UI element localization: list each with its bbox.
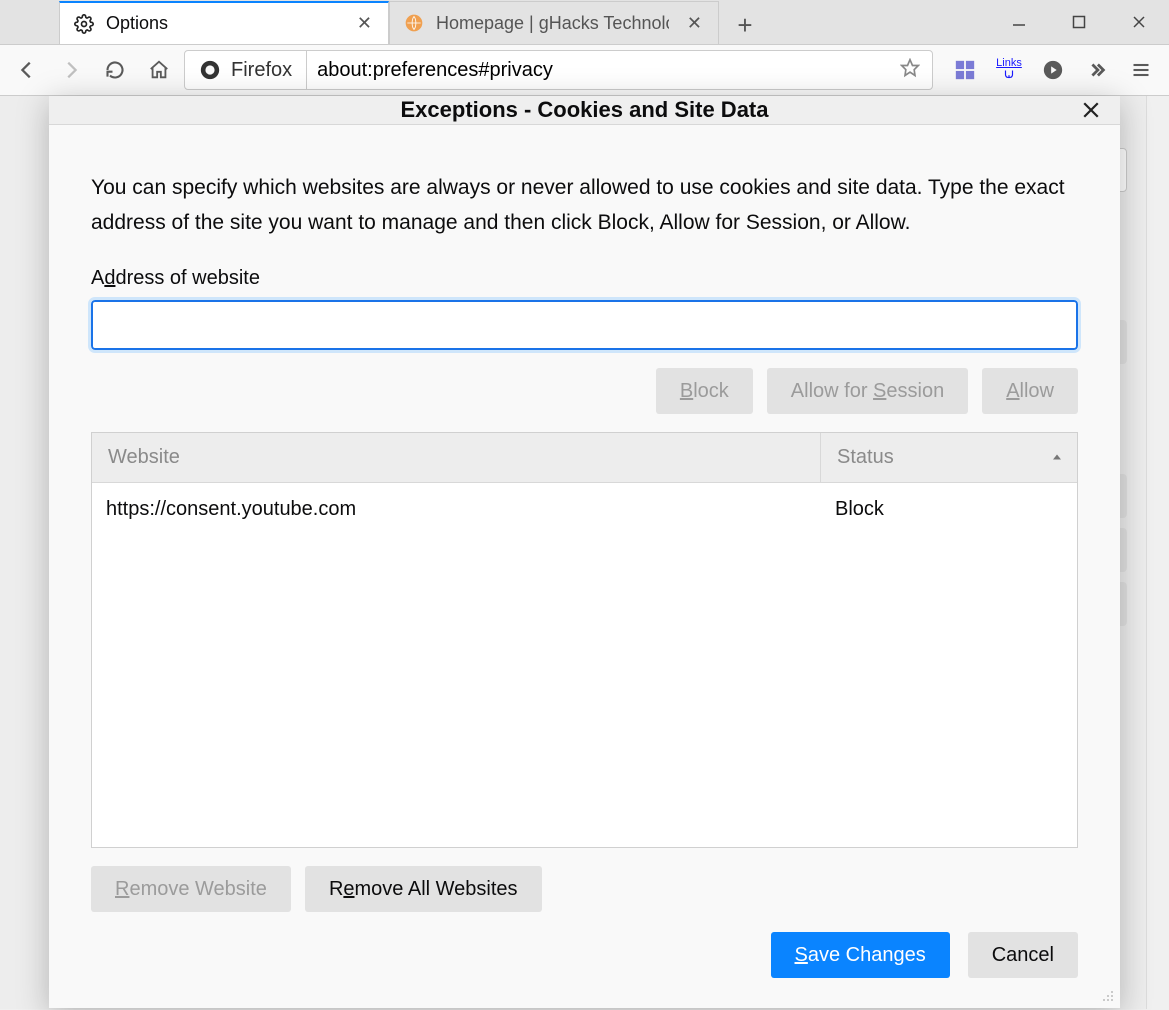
- resize-grip-icon[interactable]: [1100, 988, 1116, 1004]
- column-website[interactable]: Website: [92, 433, 821, 482]
- toolbar-right: Links: [939, 51, 1161, 89]
- dialog-title: Exceptions - Cookies and Site Data: [401, 97, 769, 123]
- grid-icon[interactable]: [945, 51, 985, 89]
- table-row[interactable]: https://consent.youtube.com Block: [92, 483, 1077, 535]
- scroll-up-icon[interactable]: [1150, 100, 1166, 116]
- tab-label: Homepage | gHacks Technolog: [436, 13, 669, 34]
- tab-options[interactable]: Options ✕: [59, 1, 389, 44]
- block-button[interactable]: Block: [656, 368, 753, 414]
- cell-status: Block: [821, 483, 1077, 535]
- sort-asc-icon: [1051, 446, 1063, 469]
- maximize-button[interactable]: [1049, 8, 1109, 36]
- permission-buttons: Block Allow for Session Allow: [91, 368, 1078, 414]
- remove-all-button[interactable]: Remove All Websites: [305, 866, 542, 912]
- exceptions-dialog: Exceptions - Cookies and Site Data You c…: [49, 96, 1120, 1008]
- titlebar: Options ✕ Homepage | gHacks Technolog ✕ …: [0, 0, 1169, 45]
- save-changes-button[interactable]: Save Changes: [771, 932, 950, 978]
- tab-close-button[interactable]: ✕: [351, 11, 378, 36]
- table-header: Website Status: [92, 433, 1077, 483]
- allow-button[interactable]: Allow: [982, 368, 1078, 414]
- minimize-button[interactable]: [989, 8, 1049, 36]
- new-tab-button[interactable]: +: [725, 6, 765, 44]
- url-input[interactable]: [307, 59, 888, 82]
- dialog-close-button[interactable]: [1072, 91, 1110, 129]
- remove-buttons: Remove Website Remove All Websites: [91, 866, 1078, 912]
- dialog-instructions: You can specify which websites are alway…: [91, 170, 1078, 241]
- scroll-down-icon[interactable]: [1150, 989, 1166, 1005]
- column-status[interactable]: Status: [821, 433, 1077, 482]
- address-input[interactable]: [91, 300, 1078, 350]
- dialog-header: Exceptions - Cookies and Site Data: [49, 96, 1120, 125]
- gear-icon: [74, 14, 94, 34]
- bookmark-star-button[interactable]: [888, 58, 932, 83]
- links-icon[interactable]: Links: [989, 51, 1029, 89]
- url-bar[interactable]: Firefox: [184, 50, 933, 90]
- dialog-footer: Save Changes Cancel: [49, 922, 1120, 1008]
- firefox-icon: [199, 59, 221, 81]
- tab-label: Options: [106, 13, 339, 34]
- nav-toolbar: Firefox Links: [0, 45, 1169, 96]
- play-icon[interactable]: [1033, 51, 1073, 89]
- remove-website-button[interactable]: Remove Website: [91, 866, 291, 912]
- window-controls: [989, 0, 1169, 44]
- tab-homepage[interactable]: Homepage | gHacks Technolog ✕: [389, 1, 719, 44]
- forward-button[interactable]: [52, 51, 90, 89]
- allow-session-button[interactable]: Allow for Session: [767, 368, 968, 414]
- sites-table: Website Status https://consent.youtube.c…: [91, 432, 1078, 848]
- identity-label: Firefox: [231, 59, 292, 82]
- close-window-button[interactable]: [1109, 8, 1169, 36]
- tab-close-button[interactable]: ✕: [681, 11, 708, 36]
- address-label: Address of website: [91, 267, 1078, 290]
- cancel-button[interactable]: Cancel: [968, 932, 1078, 978]
- identity-box[interactable]: Firefox: [185, 51, 307, 89]
- cell-website: https://consent.youtube.com: [92, 483, 821, 535]
- site-icon: [404, 13, 424, 33]
- reload-button[interactable]: [96, 51, 134, 89]
- back-button[interactable]: [8, 51, 46, 89]
- home-button[interactable]: [140, 51, 178, 89]
- tab-strip: Options ✕ Homepage | gHacks Technolog ✕ …: [59, 0, 989, 44]
- menu-button[interactable]: [1121, 51, 1161, 89]
- overflow-button[interactable]: [1077, 51, 1117, 89]
- table-body: https://consent.youtube.com Block: [92, 483, 1077, 847]
